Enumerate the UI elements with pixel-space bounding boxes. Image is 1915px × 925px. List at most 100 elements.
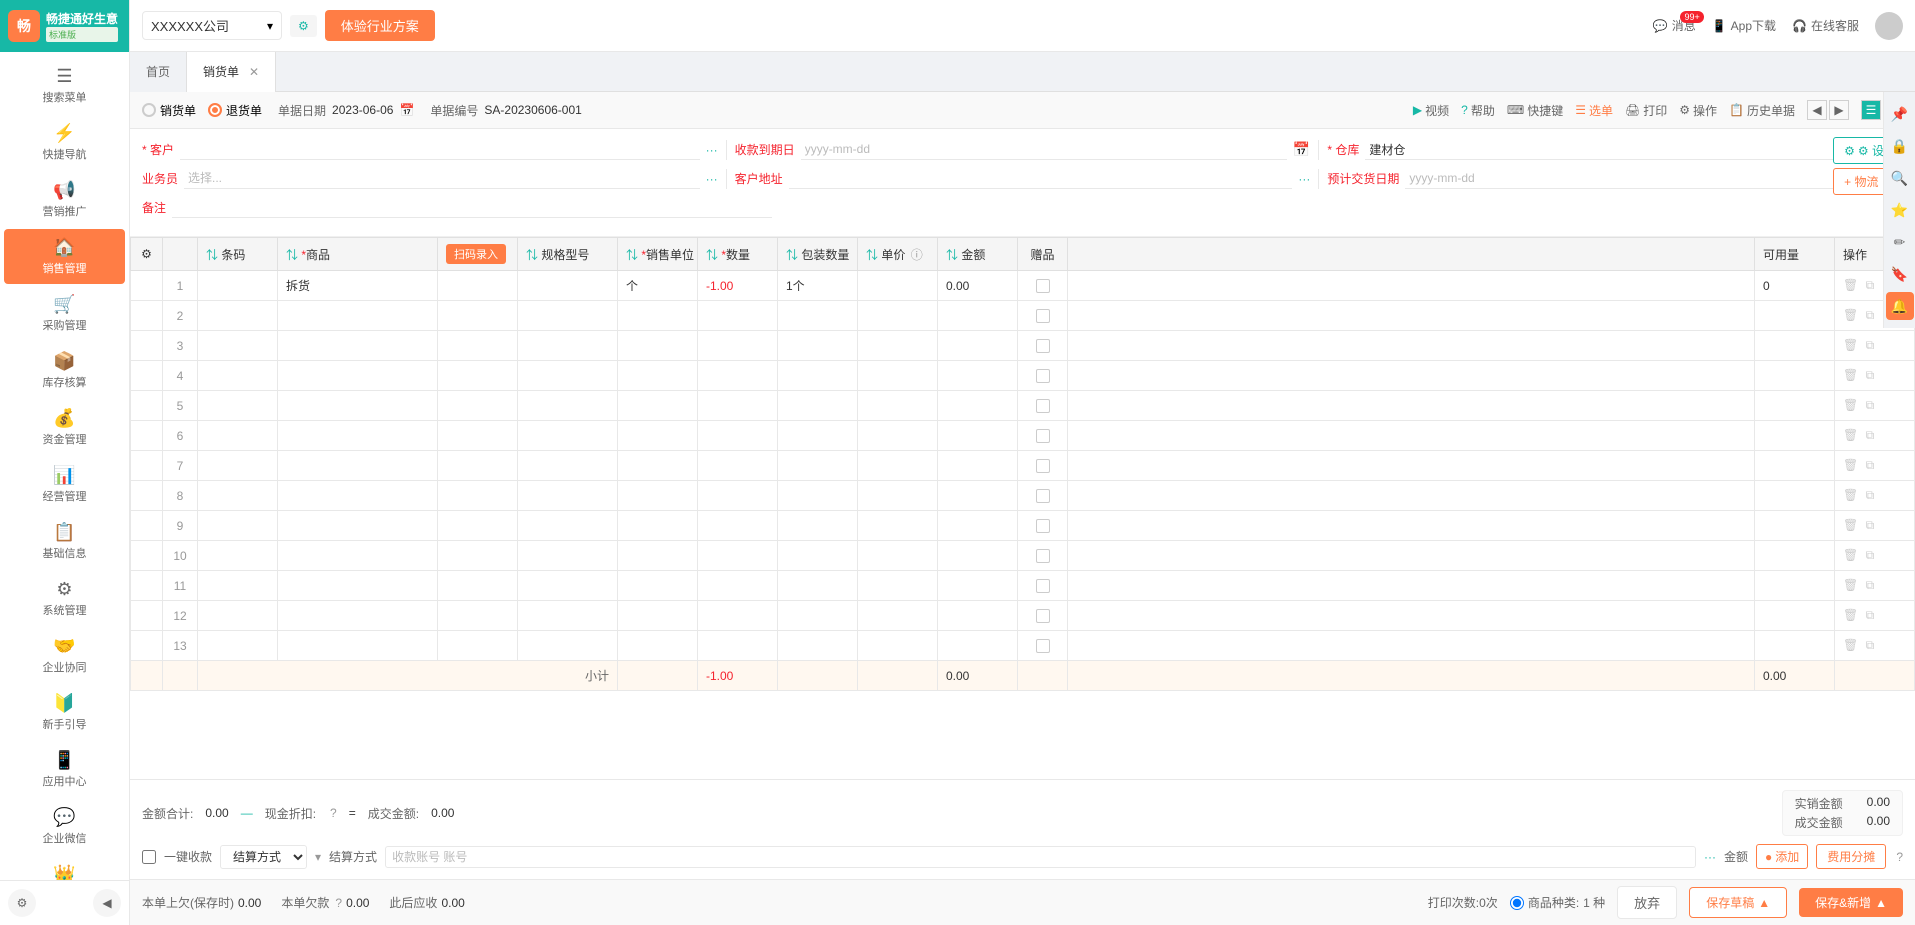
payment-method-select[interactable]: 结算方式 [220, 845, 307, 869]
row-spec[interactable] [518, 421, 618, 451]
row-pkg-qty[interactable] [778, 331, 858, 361]
sidebar-collapse-btn[interactable]: ◀ [93, 889, 121, 917]
row-unit[interactable] [618, 601, 698, 631]
row-amount[interactable] [938, 361, 1018, 391]
delete-row-icon[interactable]: 🗑 [1843, 308, 1858, 322]
row-unit[interactable]: 个 [618, 271, 698, 301]
next-record-btn[interactable]: ▶ [1829, 100, 1849, 120]
notes-input[interactable] [172, 197, 772, 218]
delete-row-icon[interactable]: 🗑 [1843, 338, 1858, 352]
row-qty[interactable] [698, 331, 778, 361]
row-remark[interactable] [1068, 631, 1755, 661]
row-amount[interactable] [938, 481, 1018, 511]
row-amount[interactable] [938, 631, 1018, 661]
delete-row-icon[interactable]: 🗑 [1843, 398, 1858, 412]
row-pkg-qty[interactable] [778, 631, 858, 661]
sidebar-item-base-info[interactable]: 📋 基础信息 [4, 514, 125, 569]
copy-row-icon[interactable]: ⧉ [1866, 278, 1875, 292]
row-spec[interactable] [518, 391, 618, 421]
row-remark[interactable] [1068, 481, 1755, 511]
add-payment-btn[interactable]: ● 添加 [1756, 844, 1808, 869]
row-qty[interactable] [698, 571, 778, 601]
row-barcode[interactable] [198, 601, 278, 631]
row-spec[interactable] [518, 571, 618, 601]
row-goods[interactable] [278, 481, 438, 511]
row-amount[interactable] [938, 301, 1018, 331]
copy-row-icon[interactable]: ⧉ [1866, 638, 1875, 652]
sidebar-settings-btn[interactable]: ⚙ [8, 889, 36, 917]
short-info-icon[interactable]: ? [335, 896, 342, 910]
copy-row-icon[interactable]: ⧉ [1866, 518, 1875, 532]
row-barcode[interactable] [198, 421, 278, 451]
row-amount[interactable] [938, 511, 1018, 541]
customer-address-input[interactable] [789, 168, 1293, 189]
print-action[interactable]: 🖨 打印 [1625, 102, 1667, 119]
customer-address-more-icon[interactable]: ··· [1298, 172, 1310, 186]
row-remark[interactable] [1068, 391, 1755, 421]
row-unit[interactable] [618, 631, 698, 661]
date-picker-icon[interactable]: 📅 [399, 103, 414, 117]
discount-info-icon[interactable]: ? [330, 806, 337, 820]
delete-row-icon[interactable]: 🗑 [1843, 548, 1858, 562]
delete-row-icon[interactable]: 🗑 [1843, 638, 1858, 652]
row-goods[interactable] [278, 331, 438, 361]
row-price[interactable] [858, 421, 938, 451]
row-unit[interactable] [618, 541, 698, 571]
row-qty[interactable] [698, 301, 778, 331]
delete-row-icon[interactable]: 🗑 [1843, 368, 1858, 382]
row-goods[interactable] [278, 421, 438, 451]
copy-row-icon[interactable]: ⧉ [1866, 338, 1875, 352]
sidebar-item-business[interactable]: 📊 经营管理 [4, 457, 125, 512]
tab-home[interactable]: 首页 [130, 52, 187, 92]
panel-search-icon[interactable]: 🔍 [1886, 164, 1914, 192]
sidebar-item-app-center[interactable]: 📱 应用中心 [4, 742, 125, 797]
column-settings-icon[interactable]: ⚙ [141, 247, 152, 261]
gift-checkbox[interactable] [1036, 609, 1050, 623]
sidebar-item-sales[interactable]: 🏠 销售管理 [4, 229, 125, 284]
tab-close-icon[interactable]: ✕ [249, 65, 259, 79]
row-remark[interactable] [1068, 421, 1755, 451]
row-goods[interactable]: 拆货 [278, 271, 438, 301]
row-barcode[interactable] [198, 301, 278, 331]
row-spec[interactable] [518, 331, 618, 361]
fee-info-icon[interactable]: ? [1896, 850, 1903, 864]
app-download-btn[interactable]: 📱 App下载 [1712, 17, 1776, 34]
row-unit[interactable] [618, 331, 698, 361]
row-unit[interactable] [618, 391, 698, 421]
row-unit[interactable] [618, 421, 698, 451]
row-barcode[interactable] [198, 571, 278, 601]
row-pkg-qty[interactable] [778, 601, 858, 631]
message-btn[interactable]: 💬 消息 99+ [1653, 17, 1696, 34]
copy-row-icon[interactable]: ⧉ [1866, 398, 1875, 412]
row-pkg-qty[interactable] [778, 571, 858, 601]
gift-checkbox[interactable] [1036, 369, 1050, 383]
sidebar-item-marketing[interactable]: 📢 营销推广 [4, 172, 125, 227]
row-spec[interactable] [518, 511, 618, 541]
copy-row-icon[interactable]: ⧉ [1866, 578, 1875, 592]
row-remark[interactable] [1068, 451, 1755, 481]
panel-edit-icon[interactable]: ✏ [1886, 228, 1914, 256]
account-more-icon[interactable]: ··· [1704, 850, 1716, 864]
row-goods[interactable] [278, 301, 438, 331]
row-price[interactable] [858, 601, 938, 631]
copy-row-icon[interactable]: ⧉ [1866, 548, 1875, 562]
row-pkg-qty[interactable] [778, 451, 858, 481]
delete-row-icon[interactable]: 🗑 [1843, 278, 1858, 292]
panel-pin-icon[interactable]: 📌 [1886, 100, 1914, 128]
row-barcode[interactable] [198, 541, 278, 571]
row-qty[interactable] [698, 391, 778, 421]
row-spec[interactable] [518, 271, 618, 301]
settings-gear-btn[interactable]: ⚙ [290, 15, 317, 37]
row-spec[interactable] [518, 361, 618, 391]
row-amount[interactable] [938, 391, 1018, 421]
gift-checkbox[interactable] [1036, 549, 1050, 563]
tab-sales-order[interactable]: 销货单 ✕ [187, 52, 276, 92]
gift-checkbox[interactable] [1036, 489, 1050, 503]
radio-return-order[interactable]: 退货单 [208, 102, 262, 119]
sidebar-item-purchase[interactable]: 🛒 采购管理 [4, 286, 125, 341]
panel-star-icon[interactable]: ⭐ [1886, 196, 1914, 224]
row-spec[interactable] [518, 481, 618, 511]
fee-split-btn[interactable]: 费用分摊 [1816, 844, 1886, 869]
row-goods[interactable] [278, 541, 438, 571]
delete-row-icon[interactable]: 🗑 [1843, 428, 1858, 442]
